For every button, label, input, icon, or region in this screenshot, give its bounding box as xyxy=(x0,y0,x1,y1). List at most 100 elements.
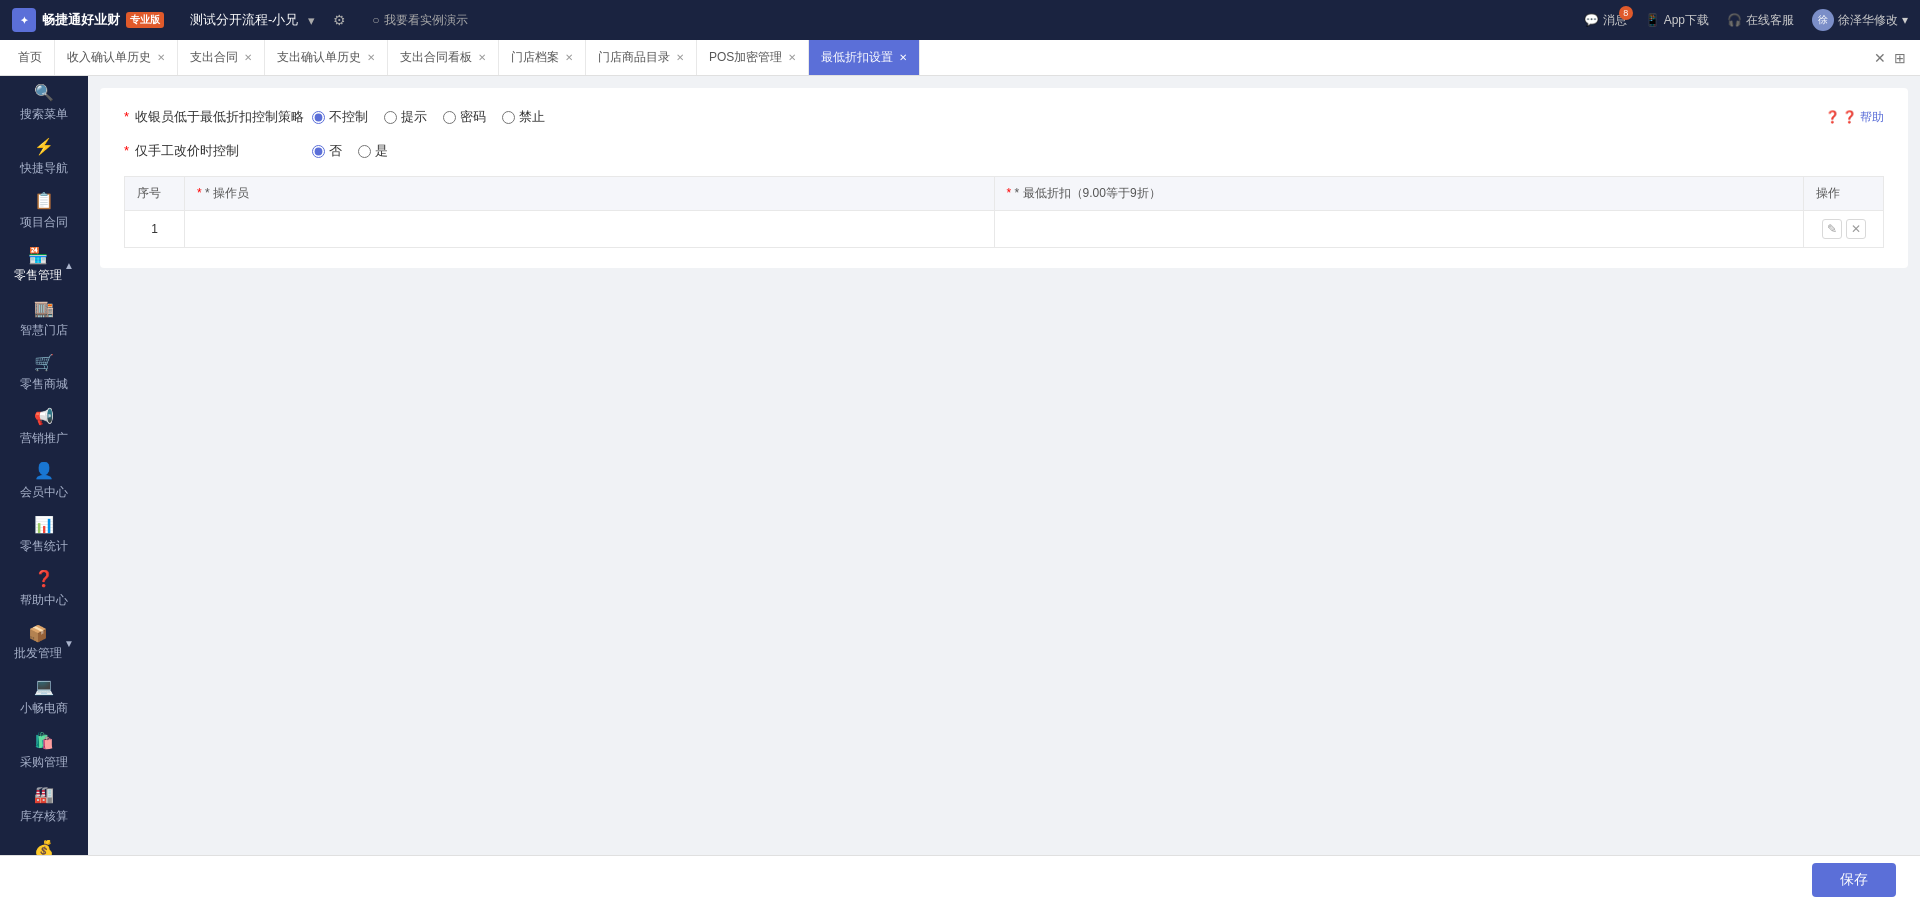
settings-card: * 收银员低于最低折扣控制策略 不控制 提示 密码 xyxy=(100,88,1908,268)
cashier-strategy-forbid-radio[interactable] xyxy=(502,111,515,124)
tab-min-discount-setting[interactable]: 最低折扣设置 ✕ xyxy=(809,40,920,76)
sidebar-item-purchase-mgmt-label: 采购管理 xyxy=(20,754,68,771)
row-edit-btn[interactable]: ✎ xyxy=(1822,219,1842,239)
manual-price-no-radio[interactable] xyxy=(312,145,325,158)
user-dropdown-arrow: ▾ xyxy=(1902,13,1908,27)
manual-price-yes[interactable]: 是 xyxy=(358,142,388,160)
app-download-btn[interactable]: 📱 App下载 xyxy=(1645,12,1709,29)
project-dropdown-arrow[interactable]: ▾ xyxy=(308,13,315,28)
tab-payment-contract-board-label: 支出合同看板 xyxy=(400,49,472,66)
edition-badge: 专业版 xyxy=(126,12,164,28)
sidebar-item-batch-mgmt[interactable]: 📦 批发管理 ▼ xyxy=(0,616,88,670)
topbar-left: ✦ 畅捷通好业财 专业版 测试分开流程-小兄 ▾ ⚙ ○ 我要看实例演示 xyxy=(12,8,468,32)
user-name: 徐泽华修改 xyxy=(1838,12,1898,29)
tab-income-confirm-history-close[interactable]: ✕ xyxy=(157,52,165,63)
sidebar-item-ecommerce-label: 小畅电商 xyxy=(20,700,68,717)
cashier-strategy-password[interactable]: 密码 xyxy=(443,108,486,126)
message-badge: 8 xyxy=(1619,6,1633,20)
sidebar-item-smart-store-label: 智慧门店 xyxy=(20,322,68,339)
smart-store-icon: 🏬 xyxy=(34,299,54,318)
online-service-label: 在线客服 xyxy=(1746,12,1794,29)
help-link[interactable]: ❓ ❓ 帮助 xyxy=(1825,109,1884,126)
cashier-strategy-no-control-radio[interactable] xyxy=(312,111,325,124)
sidebar-item-help-center-label: 帮助中心 xyxy=(20,592,68,609)
sidebar-item-retail-mall[interactable]: 🛒 零售商城 xyxy=(0,346,88,400)
sidebar-item-marketing[interactable]: 📢 营销推广 xyxy=(0,400,88,454)
project-name: 测试分开流程-小兄 xyxy=(190,11,298,29)
cashier-strategy-forbid[interactable]: 禁止 xyxy=(502,108,545,126)
retail-stats-icon: 📊 xyxy=(34,515,54,534)
min-discount-input[interactable] xyxy=(1007,222,1792,237)
sidebar-item-search-menu[interactable]: 🔍 搜索菜单 xyxy=(0,76,88,130)
app-download-icon: 📱 xyxy=(1645,13,1660,27)
app-name: 畅捷通好业财 xyxy=(42,11,120,29)
discount-table: 序号 * * 操作员 * * 最低折扣（9.00等于9折） 操作 xyxy=(124,176,1884,248)
tab-pos-encrypt-mgmt-close[interactable]: ✕ xyxy=(788,52,796,63)
operator-input[interactable] xyxy=(197,222,982,237)
sidebar-item-project-contract-label: 项目合同 xyxy=(20,214,68,231)
manual-price-yes-radio[interactable] xyxy=(358,145,371,158)
sidebar-item-retail-mgmt[interactable]: 🏪 零售管理 ▲ xyxy=(0,238,88,292)
table-cell-min-discount xyxy=(994,211,1804,248)
tab-store-archive-close[interactable]: ✕ xyxy=(565,52,573,63)
tab-payment-confirm-history[interactable]: 支出确认单历史 ✕ xyxy=(265,40,388,76)
tabs-bar: 首页 收入确认单历史 ✕ 支出合同 ✕ 支出确认单历史 ✕ 支出合同看板 ✕ 门… xyxy=(0,40,1920,76)
tab-store-goods-catalog-close[interactable]: ✕ xyxy=(676,52,684,63)
tab-payment-contract-board[interactable]: 支出合同看板 ✕ xyxy=(388,40,499,76)
sidebar-item-quick-nav-label: 快捷导航 xyxy=(20,160,68,177)
message-btn[interactable]: 💬 消息 8 xyxy=(1584,12,1627,29)
table-cell-operator xyxy=(185,211,995,248)
sidebar-item-member-center[interactable]: 👤 会员中心 xyxy=(0,454,88,508)
tab-payment-confirm-history-close[interactable]: ✕ xyxy=(367,52,375,63)
tab-payment-contract-board-close[interactable]: ✕ xyxy=(478,52,486,63)
sidebar-item-fund-mgmt[interactable]: 💰 资金管理 xyxy=(0,832,88,855)
sidebar-item-retail-stats[interactable]: 📊 零售统计 xyxy=(0,508,88,562)
demo-text: 我要看实例演示 xyxy=(384,12,468,29)
save-button[interactable]: 保存 xyxy=(1812,863,1896,897)
cashier-strategy-no-control[interactable]: 不控制 xyxy=(312,108,368,126)
sidebar-item-inventory[interactable]: 🏭 库存核算 xyxy=(0,778,88,832)
help-center-icon: ❓ xyxy=(34,569,54,588)
demo-circle-icon: ○ xyxy=(372,13,379,27)
settings-icon-btn[interactable]: ⚙ xyxy=(333,12,346,28)
user-menu[interactable]: 徐 徐泽华修改 ▾ xyxy=(1812,9,1908,31)
tab-store-goods-catalog[interactable]: 门店商品目录 ✕ xyxy=(586,40,697,76)
tab-payment-contract[interactable]: 支出合同 ✕ xyxy=(178,40,265,76)
tab-store-archive-label: 门店档案 xyxy=(511,49,559,66)
table-header-row: 序号 * * 操作员 * * 最低折扣（9.00等于9折） 操作 xyxy=(125,177,1884,211)
tab-income-confirm-history[interactable]: 收入确认单历史 ✕ xyxy=(55,40,178,76)
tab-payment-contract-close[interactable]: ✕ xyxy=(244,52,252,63)
manual-price-no[interactable]: 否 xyxy=(312,142,342,160)
maximize-tab-icon[interactable]: ⊞ xyxy=(1894,50,1906,66)
sidebar-item-ecommerce[interactable]: 💻 小畅电商 xyxy=(0,670,88,724)
sidebar-item-quick-nav[interactable]: ⚡ 快捷导航 xyxy=(0,130,88,184)
sidebar-item-smart-store[interactable]: 🏬 智慧门店 xyxy=(0,292,88,346)
content-area: * 收银员低于最低折扣控制策略 不控制 提示 密码 xyxy=(88,76,1920,855)
sidebar-item-help-center[interactable]: ❓ 帮助中心 xyxy=(0,562,88,616)
col-header-min-discount: * * 最低折扣（9.00等于9折） xyxy=(994,177,1804,211)
required-star-2: * xyxy=(124,143,129,158)
tab-store-archive[interactable]: 门店档案 ✕ xyxy=(499,40,586,76)
gear-icon: ⚙ xyxy=(333,12,346,28)
demo-link[interactable]: ○ 我要看实例演示 xyxy=(372,12,467,29)
cashier-strategy-remind[interactable]: 提示 xyxy=(384,108,427,126)
tab-min-discount-setting-label: 最低折扣设置 xyxy=(821,49,893,66)
sidebar-item-project-contract[interactable]: 📋 项目合同 xyxy=(0,184,88,238)
project-selector[interactable]: 测试分开流程-小兄 ▾ xyxy=(190,11,315,29)
sidebar-item-purchase-mgmt[interactable]: 🛍️ 采购管理 xyxy=(0,724,88,778)
page-footer: 保存 xyxy=(0,855,1920,903)
cashier-strategy-remind-radio[interactable] xyxy=(384,111,397,124)
topbar-right: 💬 消息 8 📱 App下载 🎧 在线客服 徐 徐泽华修改 ▾ xyxy=(1584,9,1908,31)
close-tab-icon[interactable]: ✕ xyxy=(1874,50,1886,66)
tab-pos-encrypt-mgmt[interactable]: POS加密管理 ✕ xyxy=(697,40,809,76)
table-row: 1 ✎ xyxy=(125,211,1884,248)
online-service-btn[interactable]: 🎧 在线客服 xyxy=(1727,12,1794,29)
cashier-strategy-password-radio[interactable] xyxy=(443,111,456,124)
member-center-icon: 👤 xyxy=(34,461,54,480)
tab-home[interactable]: 首页 xyxy=(6,40,55,76)
question-icon: ❓ xyxy=(1825,110,1840,124)
row-delete-btn[interactable]: ✕ xyxy=(1846,219,1866,239)
required-star-1: * xyxy=(124,109,129,124)
tab-min-discount-setting-close[interactable]: ✕ xyxy=(899,52,907,63)
table-cell-seq: 1 xyxy=(125,211,185,248)
